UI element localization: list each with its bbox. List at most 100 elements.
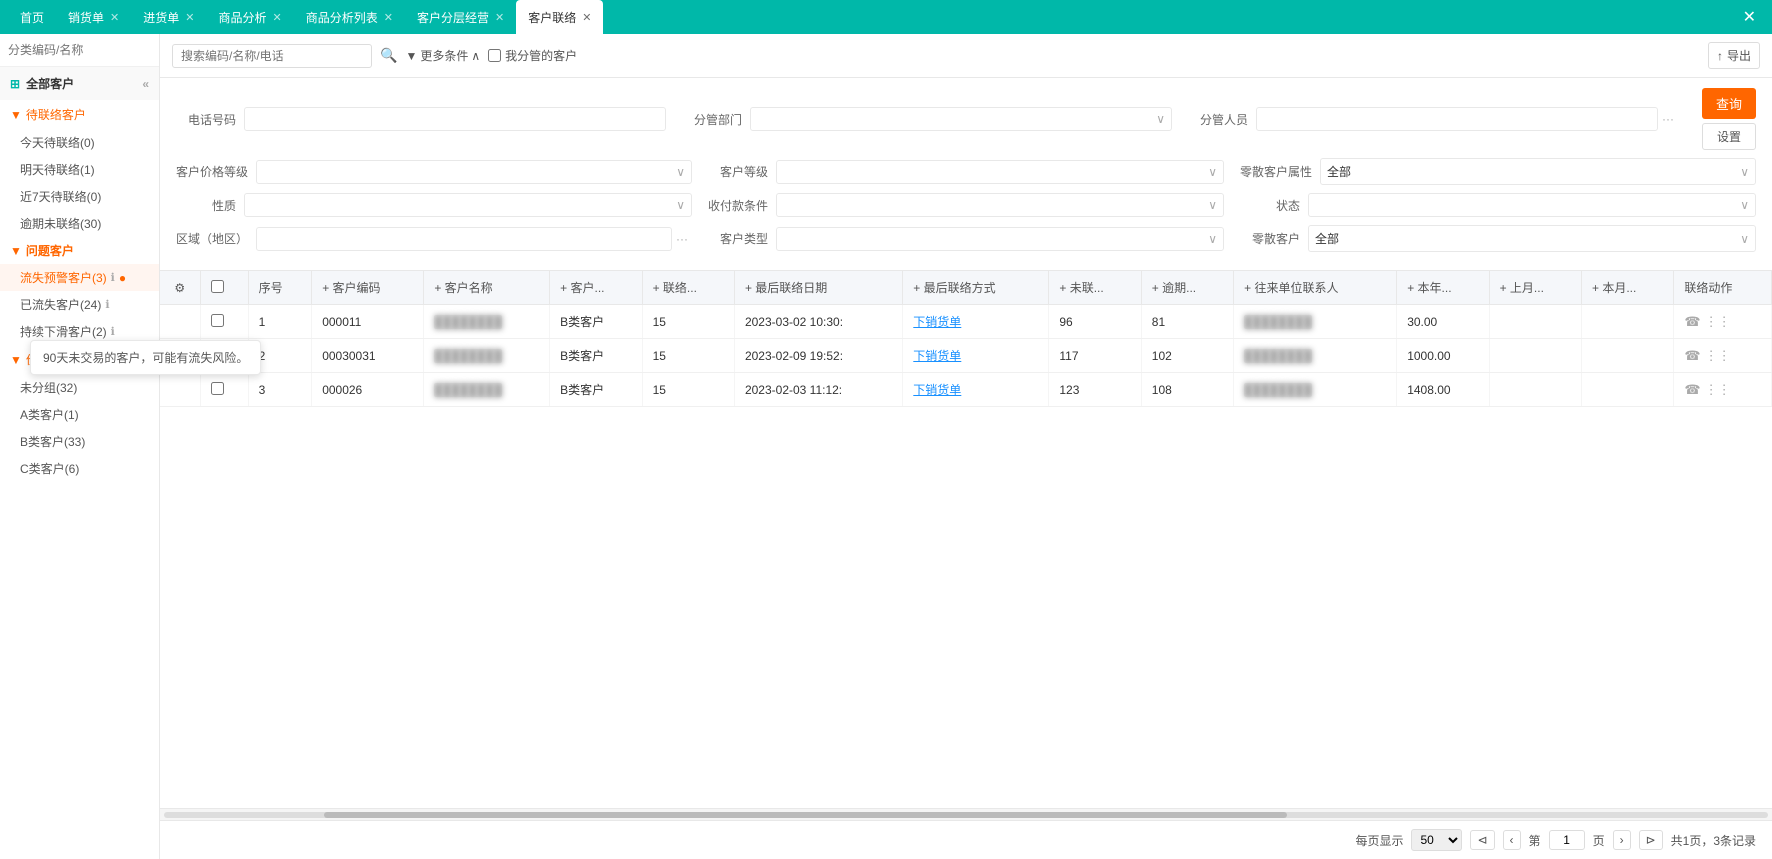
col-last-date[interactable]: + 最后联络日期 — [734, 271, 902, 305]
col-overdue[interactable]: + 逾期... — [1141, 271, 1233, 305]
tab-customer-segment[interactable]: 客户分层经营 ✕ — [405, 0, 516, 34]
row-select-0[interactable] — [211, 314, 224, 327]
customer-table: ⚙ 序号 + 客户编码 + 客户名称 + 客户... + 联络... + 最后联… — [160, 271, 1772, 407]
col-code[interactable]: + 客户编码 — [312, 271, 424, 305]
region-input[interactable] — [256, 227, 672, 251]
sidebar-group-problem[interactable]: ▼ 问题客户 — [0, 237, 159, 264]
row-actions-1[interactable]: ☎ ⋮⋮ — [1674, 339, 1772, 373]
first-page-button[interactable]: ⊲ — [1470, 830, 1494, 850]
price-level-select[interactable]: ∨ — [256, 160, 692, 184]
chevron-up-icon: ∧ — [471, 49, 480, 63]
action-contact-icon-1[interactable]: ☎ — [1684, 348, 1700, 364]
collapse-icon[interactable]: « — [142, 77, 149, 91]
sidebar-item-ungrouped[interactable]: 未分组(32) — [0, 374, 159, 401]
horizontal-scrollbar[interactable] — [160, 808, 1772, 820]
action-more-icon-1[interactable]: ⋮⋮ — [1705, 348, 1731, 364]
export-button[interactable]: ↑ 导出 — [1708, 42, 1760, 69]
payment-select[interactable]: ∨ — [776, 193, 1224, 217]
main-search-icon[interactable]: 🔍 — [380, 47, 397, 64]
sidebar-group-pending[interactable]: ▼ 待联络客户 — [0, 100, 159, 129]
sidebar-all-customers[interactable]: ⊞ 全部客户 « — [0, 67, 159, 100]
row-actions-2[interactable]: ☎ ⋮⋮ — [1674, 373, 1772, 407]
phone-input[interactable] — [244, 107, 666, 131]
col-contact-count[interactable]: + 联络... — [642, 271, 734, 305]
filter-region: 区域（地区） ··· — [176, 227, 692, 251]
advanced-filter-panel: 电话号码 分管部门 ∨ 分管人员 ··· 查询 设置 — [160, 78, 1772, 271]
row-checkbox-2[interactable] — [200, 373, 248, 407]
dept-select[interactable]: ∨ — [750, 107, 1172, 131]
current-page-input[interactable] — [1549, 830, 1585, 850]
tab-purchase[interactable]: 进货单 ✕ — [131, 0, 206, 34]
window-close-button[interactable]: ✕ — [1735, 7, 1764, 27]
tab-customer-link[interactable]: 客户联络 ✕ — [516, 0, 603, 34]
col-this-month[interactable]: + 本月... — [1581, 271, 1673, 305]
col-checkbox[interactable] — [200, 271, 248, 305]
sidebar-item-overdue[interactable]: 逾期未联络(30) — [0, 210, 159, 237]
sidebar-item-week[interactable]: 近7天待联络(0) — [0, 183, 159, 210]
level-select[interactable]: ∨ — [776, 160, 1224, 184]
filter-row-3: 性质 ∨ 收付款条件 ∨ 状态 ∨ — [176, 193, 1756, 217]
setting-button[interactable]: 设置 — [1702, 123, 1756, 150]
my-customers-checkbox-label[interactable]: 我分管的客户 — [488, 47, 577, 64]
next-page-button[interactable]: › — [1613, 830, 1631, 850]
more-conditions-button[interactable]: ▼ 更多条件 ∧ — [405, 47, 480, 64]
tab-customer-segment-close[interactable]: ✕ — [495, 11, 504, 24]
filter-manager: 分管人员 ··· — [1188, 107, 1678, 131]
sidebar-item-typeC[interactable]: C类客户(6) — [0, 455, 159, 482]
col-year-amount[interactable]: + 本年... — [1397, 271, 1489, 305]
query-button[interactable]: 查询 — [1702, 88, 1756, 119]
sidebar-search-input[interactable] — [8, 43, 160, 57]
col-name[interactable]: + 客户名称 — [424, 271, 550, 305]
gender-select[interactable]: ∨ — [244, 193, 692, 217]
action-contact-icon-2[interactable]: ☎ — [1684, 382, 1700, 398]
row-last-method-2[interactable]: 下销货单 — [903, 373, 1049, 407]
tab-customer-link-close[interactable]: ✕ — [582, 11, 591, 24]
sidebar-item-typeA[interactable]: A类客户(1) — [0, 401, 159, 428]
tab-sales[interactable]: 销货单 ✕ — [56, 0, 131, 34]
tab-analysis-list[interactable]: 商品分析列表 ✕ — [294, 0, 405, 34]
zero-attr-select[interactable]: 全部 ∨ — [1320, 158, 1756, 185]
col-last-method[interactable]: + 最后联络方式 — [903, 271, 1049, 305]
row-last-method-1[interactable]: 下销货单 — [903, 339, 1049, 373]
col-settings[interactable]: ⚙ — [160, 271, 200, 305]
last-page-button[interactable]: ⊳ — [1639, 830, 1663, 850]
sidebar-item-warning[interactable]: 流失预警客户(3) ℹ ● — [0, 264, 159, 291]
action-contact-icon-0[interactable]: ☎ — [1684, 314, 1700, 330]
sidebar-item-tomorrow[interactable]: 明天待联络(1) — [0, 156, 159, 183]
col-last-month[interactable]: + 上月... — [1489, 271, 1581, 305]
col-contact-person[interactable]: + 往来单位联系人 — [1234, 271, 1397, 305]
question-icon-lost[interactable]: ℹ — [105, 298, 109, 311]
manager-ellipsis[interactable]: ··· — [1658, 112, 1678, 126]
row-last-method-0[interactable]: 下销货单 — [903, 305, 1049, 339]
tab-sales-close[interactable]: ✕ — [110, 11, 119, 24]
prev-page-button[interactable]: ‹ — [1503, 830, 1521, 850]
filter-status: 状态 ∨ — [1240, 193, 1756, 217]
sidebar-item-lost[interactable]: 已流失客户(24) ℹ — [0, 291, 159, 318]
question-icon-declining[interactable]: ℹ — [111, 325, 115, 338]
question-icon-warning[interactable]: ℹ — [111, 271, 115, 284]
tab-analysis-list-close[interactable]: ✕ — [384, 11, 393, 24]
tab-analysis-close[interactable]: ✕ — [273, 11, 282, 24]
region-ellipsis[interactable]: ··· — [672, 232, 692, 246]
customer-type-select[interactable]: ∨ — [776, 227, 1224, 251]
col-unlinked[interactable]: + 未联... — [1049, 271, 1141, 305]
scrollbar-thumb[interactable] — [324, 812, 1286, 818]
sidebar-item-typeB[interactable]: B类客户(33) — [0, 428, 159, 455]
page-size-select[interactable]: 50 20 100 — [1411, 829, 1462, 851]
manager-input[interactable] — [1256, 107, 1658, 131]
status-select[interactable]: ∨ — [1308, 193, 1756, 217]
action-more-icon-0[interactable]: ⋮⋮ — [1705, 314, 1731, 330]
zero-customer-select[interactable]: 全部 ∨ — [1308, 225, 1756, 252]
row-checkbox-0[interactable] — [200, 305, 248, 339]
main-search-input[interactable] — [172, 44, 372, 68]
tab-home[interactable]: 首页 — [8, 0, 56, 34]
row-select-2[interactable] — [211, 382, 224, 395]
action-more-icon-2[interactable]: ⋮⋮ — [1705, 382, 1731, 398]
tab-purchase-close[interactable]: ✕ — [185, 11, 194, 24]
row-actions-0[interactable]: ☎ ⋮⋮ — [1674, 305, 1772, 339]
select-all-checkbox[interactable] — [211, 280, 224, 293]
col-type[interactable]: + 客户... — [550, 271, 642, 305]
tab-analysis[interactable]: 商品分析 ✕ — [206, 0, 293, 34]
my-customers-checkbox[interactable] — [488, 49, 501, 62]
sidebar-item-today[interactable]: 今天待联络(0) — [0, 129, 159, 156]
